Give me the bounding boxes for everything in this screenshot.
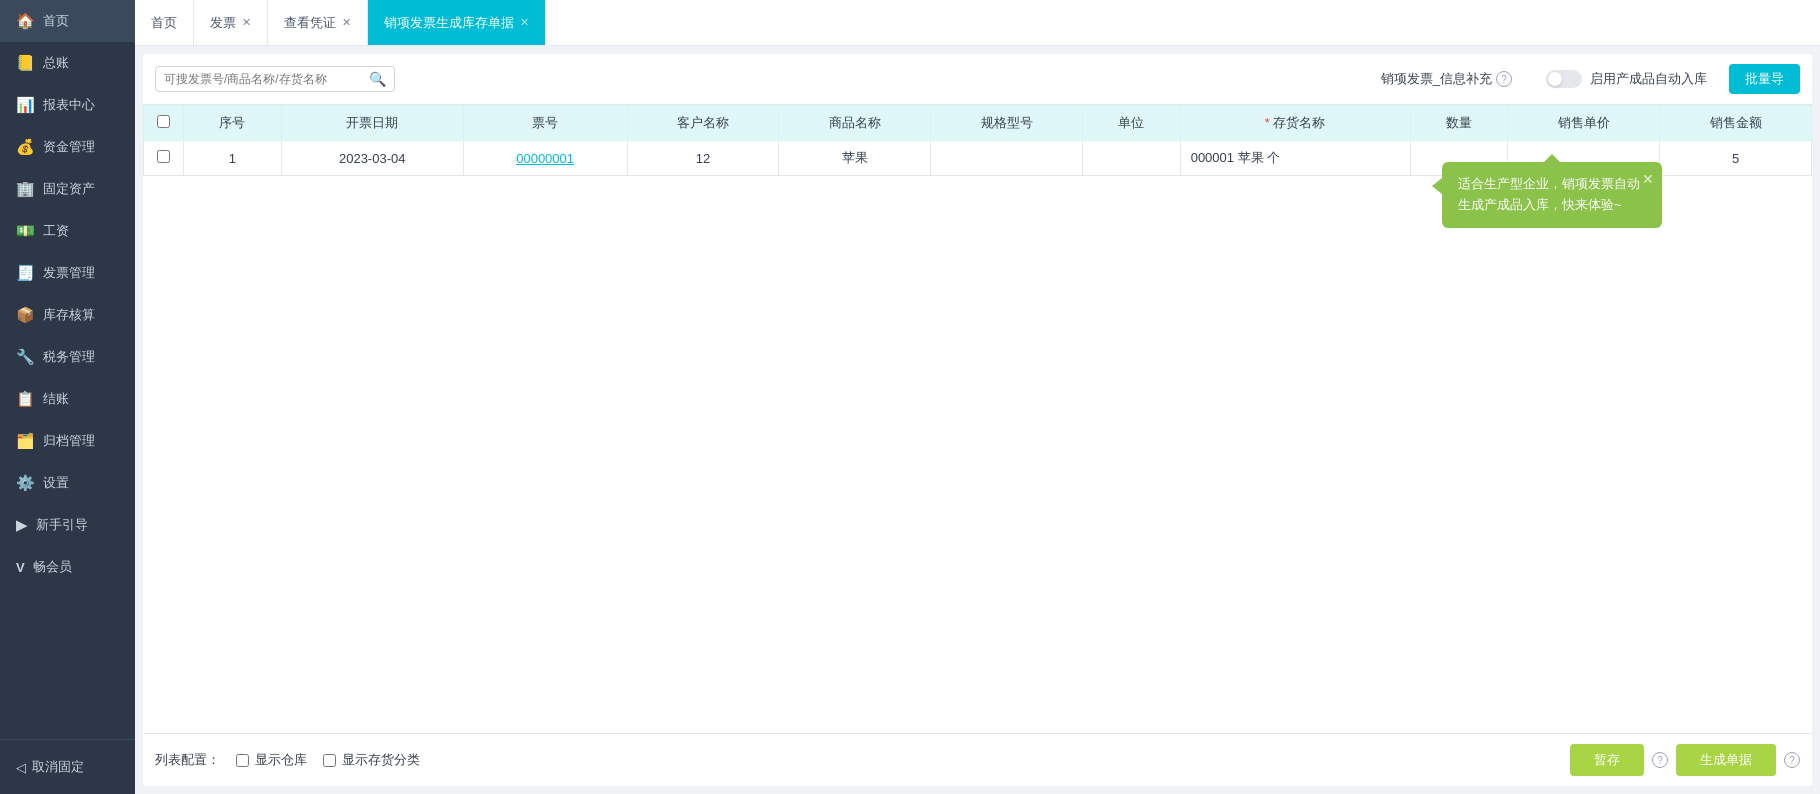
sidebar-bottom: ◁ 取消固定 <box>0 739 135 794</box>
main-content: 首页 发票 ✕ 查看凭证 ✕ 销项发票生成库存单据 ✕ 🔍 销项发票_信息补充 … <box>135 0 1820 794</box>
guide-icon: ▶ <box>16 516 28 534</box>
generate-button[interactable]: 生成单据 <box>1676 744 1776 776</box>
undo-fixed-button[interactable]: ◁ 取消固定 <box>0 748 135 786</box>
inventory-icon: 📦 <box>16 306 35 324</box>
col-unit-price: 销售单价 <box>1508 106 1660 141</box>
col-number: 票号 <box>463 106 627 141</box>
toggle-area: 启用产成品自动入库 <box>1546 70 1707 88</box>
col-inventory: * 存货名称 <box>1180 106 1410 141</box>
sidebar: 🏠 首页 📒 总账 📊 报表中心 💰 资金管理 🏢 固定资产 💵 工资 🧾 发票… <box>0 0 135 794</box>
show-warehouse-checkbox[interactable] <box>236 754 249 767</box>
tab-home[interactable]: 首页 <box>135 0 194 45</box>
col-amount: 销售金额 <box>1660 106 1812 141</box>
show-category-checkbox[interactable] <box>323 754 336 767</box>
select-all-checkbox[interactable] <box>157 115 170 128</box>
col-spec: 规格型号 <box>931 106 1083 141</box>
invoices-icon: 🧾 <box>16 264 35 282</box>
col-qty: 数量 <box>1410 106 1508 141</box>
show-category-checkbox-area: 显示存货分类 <box>323 751 420 769</box>
tooltip-close-button[interactable]: ✕ <box>1642 168 1654 190</box>
save-info-icon[interactable]: ? <box>1652 752 1668 768</box>
batch-button[interactable]: 批量导 <box>1729 64 1800 94</box>
sidebar-item-reports[interactable]: 📊 报表中心 <box>0 84 135 126</box>
sidebar-item-settings[interactable]: ⚙️ 设置 <box>0 462 135 504</box>
info-icon[interactable]: ? <box>1496 71 1512 87</box>
footer: 列表配置： 显示仓库 显示存货分类 暂存 ? 生成单据 ? <box>143 733 1812 786</box>
col-date: 开票日期 <box>281 106 463 141</box>
ledger-icon: 📒 <box>16 54 35 72</box>
sidebar-item-fixed-assets[interactable]: 🏢 固定资产 <box>0 168 135 210</box>
col-seq: 序号 <box>184 106 282 141</box>
sidebar-item-vip[interactable]: V 畅会员 <box>0 546 135 588</box>
sidebar-item-funds[interactable]: 💰 资金管理 <box>0 126 135 168</box>
col-unit: 单位 <box>1082 106 1180 141</box>
page-content: 🔍 销项发票_信息补充 ? 启用产成品自动入库 批量导 <box>143 54 1812 786</box>
toggle-knob <box>1548 72 1562 86</box>
tab-voucher[interactable]: 查看凭证 ✕ <box>268 0 368 45</box>
tooltip-bubble: ✕ 适合生产型企业，销项发票自动生成产成品入库，快来体验~ <box>1442 162 1662 228</box>
home-icon: 🏠 <box>16 12 35 30</box>
col-customer: 客户名称 <box>627 106 779 141</box>
sidebar-item-ledger[interactable]: 📒 总账 <box>0 42 135 84</box>
row-date: 2023-03-04 <box>281 141 463 176</box>
undo-fixed-icon: ◁ <box>16 760 26 775</box>
tab-voucher-close[interactable]: ✕ <box>342 16 351 29</box>
search-box[interactable]: 🔍 <box>155 66 395 92</box>
col-checkbox <box>144 106 184 141</box>
row-unit <box>1082 141 1180 176</box>
settings-icon: ⚙️ <box>16 474 35 492</box>
sidebar-item-wages[interactable]: 💵 工资 <box>0 210 135 252</box>
sidebar-item-invoices[interactable]: 🧾 发票管理 <box>0 252 135 294</box>
save-button[interactable]: 暂存 <box>1570 744 1644 776</box>
row-number[interactable]: 00000001 <box>463 141 627 176</box>
auto-warehouse-toggle[interactable] <box>1546 70 1582 88</box>
sidebar-item-tax[interactable]: 🔧 税务管理 <box>0 336 135 378</box>
search-input[interactable] <box>164 72 363 86</box>
tab-inventory-doc[interactable]: 销项发票生成库存单据 ✕ <box>368 0 546 45</box>
row-checkbox-cell <box>144 141 184 176</box>
settlement-icon: 📋 <box>16 390 35 408</box>
archive-icon: 🗂️ <box>16 432 35 450</box>
tab-invoice-close[interactable]: ✕ <box>242 16 251 29</box>
info-label: 销项发票_信息补充 ? <box>1381 70 1512 88</box>
sidebar-item-guide[interactable]: ▶ 新手引导 <box>0 504 135 546</box>
row-product: 苹果 <box>779 141 931 176</box>
sidebar-item-settlement[interactable]: 📋 结账 <box>0 378 135 420</box>
row-spec <box>931 141 1083 176</box>
sidebar-item-home[interactable]: 🏠 首页 <box>0 0 135 42</box>
col-product: 商品名称 <box>779 106 931 141</box>
tab-inventory-doc-close[interactable]: ✕ <box>520 16 529 29</box>
funds-icon: 💰 <box>16 138 35 156</box>
tab-bar: 首页 发票 ✕ 查看凭证 ✕ 销项发票生成库存单据 ✕ <box>135 0 1820 46</box>
row-checkbox[interactable] <box>157 150 170 163</box>
generate-info-icon[interactable]: ? <box>1784 752 1800 768</box>
row-seq: 1 <box>184 141 282 176</box>
fixed-assets-icon: 🏢 <box>16 180 35 198</box>
tab-invoice[interactable]: 发票 ✕ <box>194 0 268 45</box>
tooltip-pointer <box>1432 178 1442 194</box>
sidebar-item-inventory[interactable]: 📦 库存核算 <box>0 294 135 336</box>
wages-icon: 💵 <box>16 222 35 240</box>
sidebar-item-archive[interactable]: 🗂️ 归档管理 <box>0 420 135 462</box>
row-amount: 5 <box>1660 141 1812 176</box>
footer-buttons: 暂存 ? 生成单据 ? <box>1570 744 1800 776</box>
show-warehouse-checkbox-area: 显示仓库 <box>236 751 307 769</box>
reports-icon: 📊 <box>16 96 35 114</box>
vip-icon: V <box>16 560 25 575</box>
toolbar: 🔍 销项发票_信息补充 ? 启用产成品自动入库 批量导 <box>143 54 1812 105</box>
row-customer: 12 <box>627 141 779 176</box>
row-inventory[interactable]: 000001 苹果 个 <box>1180 141 1410 176</box>
tax-icon: 🔧 <box>16 348 35 366</box>
search-icon: 🔍 <box>369 71 386 87</box>
